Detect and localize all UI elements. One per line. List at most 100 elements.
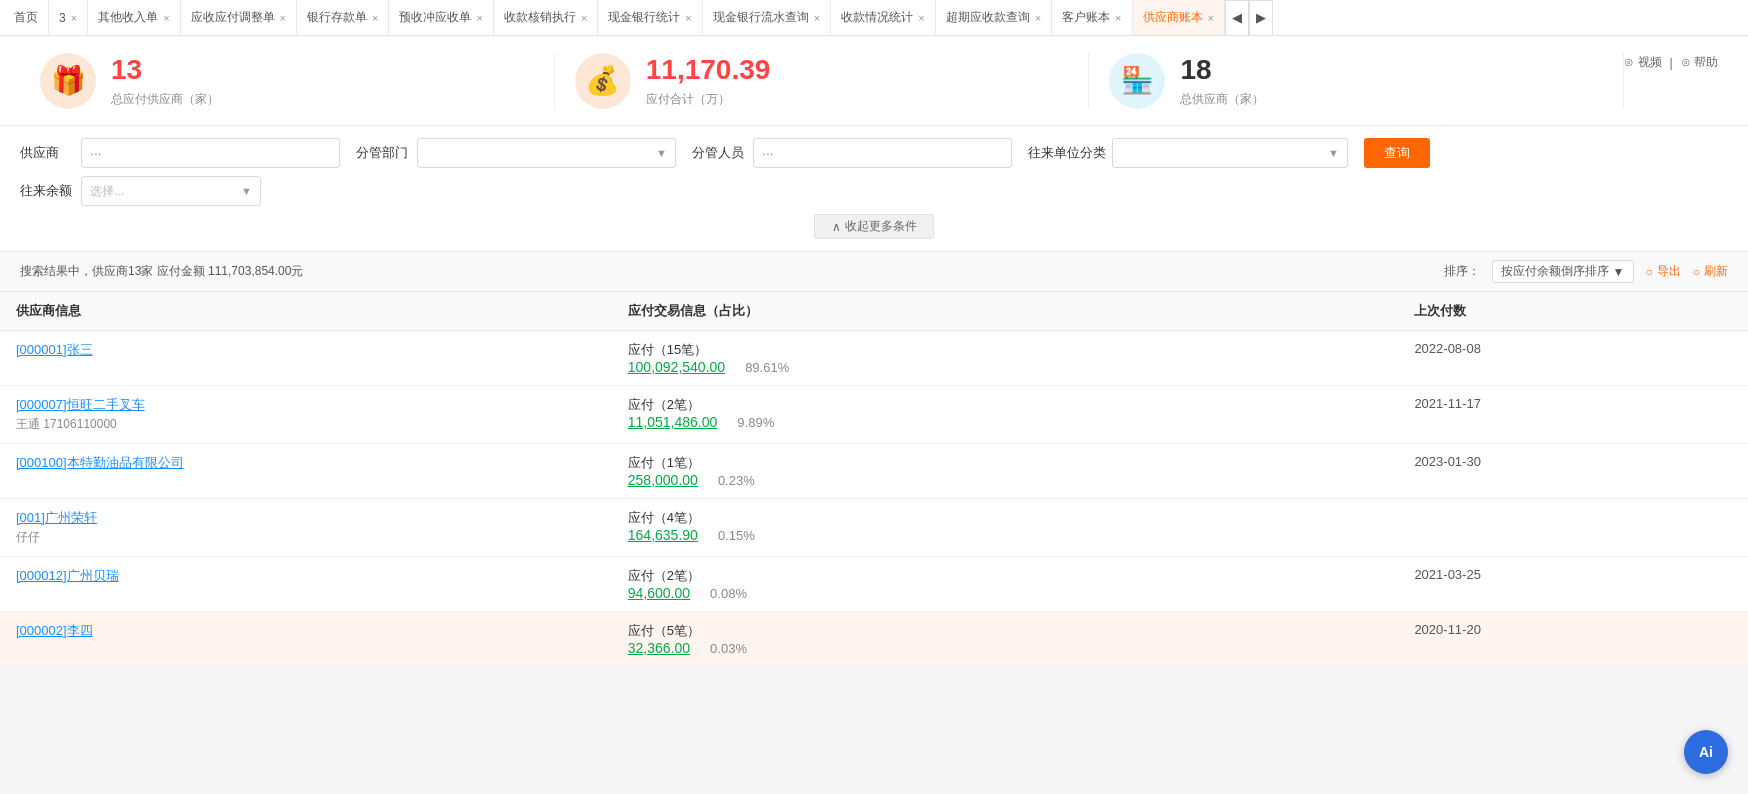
last-pay-cell-3: 2023-01-30 [1398,444,1748,499]
nav-tab-receive-stat[interactable]: 收款情况统计 × [831,0,935,36]
balance-text: 选择... [90,183,124,200]
nav-tab-customer-acct-label: 客户账本 [1062,9,1110,26]
export-button[interactable]: ○ 导出 [1646,263,1681,280]
total-suppliers-number: 18 [1180,53,1603,87]
ap-amount-2[interactable]: 11,051,486.00 [628,414,718,430]
supplier-link-2[interactable]: [000007]恒旺二手叉车 [16,397,145,412]
close-tab-prepay-write[interactable]: × [476,12,482,24]
ap-cell-5: 应付（2笔） 94,600.00 0.08% [612,557,1399,612]
filter-area: 供应商 ··· 分管部门 ▼ 分管人员 ··· 往来单位分类 ▼ 查询 [0,126,1748,252]
dept-label: 分管部门 [356,144,411,162]
filter-dept: 分管部门 ▼ [356,138,676,168]
ap-amount-row-1: 100,092,540.00 89.61% [628,359,1383,375]
close-tab-cash-bank-flow[interactable]: × [814,12,820,24]
dept-select[interactable]: ▼ [417,138,676,168]
result-bar: 搜索结果中，供应商13家 应付金额 111,703,854.00元 排序： 按应… [0,252,1748,292]
close-tab-receive-verify[interactable]: × [581,12,587,24]
nav-tab-home-label: 首页 [14,9,38,26]
ap-percent-2: 9.89% [737,415,774,430]
supplier-select[interactable]: ··· [81,138,340,168]
ap-amount-3[interactable]: 258,000.00 [628,472,698,488]
filter-supplier: 供应商 ··· [20,138,340,168]
collapse-button[interactable]: ∧ 收起更多条件 [814,214,934,239]
last-pay-date-1: 2022-08-08 [1414,341,1481,356]
supplier-cell-5: [000012]广州贝瑞 [0,557,612,612]
nav-tab-3[interactable]: 3 × [49,0,88,36]
supplier-link-1[interactable]: [000001]张三 [16,342,93,357]
search-button[interactable]: 查询 [1364,138,1430,168]
ap-percent-3: 0.23% [718,473,755,488]
supplier-sub-4: 仔仔 [16,529,596,546]
close-tab-cash-bank-stat[interactable]: × [685,12,691,24]
close-tab-customer-acct[interactable]: × [1115,12,1121,24]
supplier-link-6[interactable]: [000002]李四 [16,623,93,638]
dept-chevron-icon: ▼ [656,147,667,159]
close-tab-3[interactable]: × [71,12,77,24]
close-tab-bank-deposit[interactable]: × [372,12,378,24]
balance-chevron-icon: ▼ [241,185,252,197]
last-pay-cell-1: 2022-08-08 [1398,331,1748,386]
close-tab-supplier-acct[interactable]: × [1208,12,1214,24]
nav-tab-receive-stat-label: 收款情况统计 [841,9,913,26]
collapse-label: 收起更多条件 [845,218,917,235]
table-row: [000001]张三 应付（15笔） 100,092,540.00 89.61%… [0,331,1748,386]
sort-select[interactable]: 按应付余额倒序排序 ▼ [1492,260,1634,283]
nav-tab-other-income[interactable]: 其他收入单 × [88,0,180,36]
close-tab-other-income[interactable]: × [163,12,169,24]
nav-tab-supplier-acct[interactable]: 供应商账本 × [1133,0,1225,36]
nav-tab-cash-bank-stat-label: 现金银行统计 [608,9,680,26]
close-tab-overdue-query[interactable]: × [1035,12,1041,24]
supplier-cell-2: [000007]恒旺二手叉车 王通 17106110000 [0,386,612,444]
supplier-link-5[interactable]: [000012]广州贝瑞 [16,568,119,583]
supplier-cell-6: [000002]李四 [0,612,612,667]
ap-amount-1[interactable]: 100,092,540.00 [628,359,725,375]
supplier-link-3[interactable]: [000100]本特勤油品有限公司 [16,455,184,470]
help-link[interactable]: ⊙ 帮助 [1681,54,1718,71]
nav-tab-prepay-write[interactable]: 预收冲应收单 × [389,0,493,36]
close-tab-ap-adjust[interactable]: × [280,12,286,24]
ap-amount-5[interactable]: 94,600.00 [628,585,690,601]
balance-select[interactable]: 选择... ▼ [81,176,261,206]
video-link[interactable]: ⊙ 视频 [1624,54,1661,71]
category-chevron-icon: ▼ [1328,147,1339,159]
filter-person: 分管人员 ··· [692,138,1012,168]
nav-tab-cash-bank-flow-label: 现金银行流水查询 [713,9,809,26]
person-select[interactable]: ··· [753,138,1012,168]
nav-tab-ap-adjust[interactable]: 应收应付调整单 × [181,0,297,36]
close-tab-receive-stat[interactable]: × [918,12,924,24]
last-pay-cell-2: 2021-11-17 [1398,386,1748,444]
ap-label-1: 应付（15笔） [628,341,1383,359]
total-suppliers-label: 总供应商（家） [1180,91,1603,108]
nav-left-arrow[interactable]: ◀ [1225,0,1249,36]
last-pay-date-3: 2023-01-30 [1414,454,1481,469]
ap-cell-1: 应付（15笔） 100,092,540.00 89.61% [612,331,1399,386]
export-label: 导出 [1657,263,1681,280]
sort-label: 排序： [1444,263,1480,280]
nav-tab-cash-bank-stat[interactable]: 现金银行统计 × [598,0,702,36]
nav-tab-home[interactable]: 首页 [4,0,49,36]
summary-card-payable-total: 💰 11,170.39 应付合计（万） [555,53,1090,109]
nav-tab-cash-bank-flow[interactable]: 现金银行流水查询 × [703,0,831,36]
coins-icon: 💰 [575,53,631,109]
supplier-link-4[interactable]: [001]广州荣轩 [16,510,97,525]
nav-right-arrow[interactable]: ▶ [1249,0,1273,36]
ap-label-5: 应付（2笔） [628,567,1383,585]
category-select[interactable]: ▼ [1112,138,1348,168]
table-row: [000007]恒旺二手叉车 王通 17106110000 应付（2笔） 11,… [0,386,1748,444]
top-right-links: ⊙ 视频 | ⊙ 帮助 [1624,46,1728,71]
nav-tab-bank-deposit[interactable]: 银行存款单 × [297,0,389,36]
filter-row-2: 往来余额 选择... ▼ [20,176,1728,206]
ap-amount-row-6: 32,366.00 0.03% [628,640,1383,656]
ap-amount-4[interactable]: 164,635.90 [628,527,698,543]
nav-tab-receive-verify[interactable]: 收款核销执行 × [494,0,598,36]
ap-amount-6[interactable]: 32,366.00 [628,640,690,656]
nav-tab-customer-acct[interactable]: 客户账本 × [1052,0,1132,36]
supplier-table: 供应商信息 应付交易信息（占比） 上次付数 [000001]张三 应付（15笔）… [0,292,1748,667]
supplier-cell-3: [000100]本特勤油品有限公司 [0,444,612,499]
top-navigation: 首页 3 × 其他收入单 × 应收应付调整单 × 银行存款单 × 预收冲应收单 … [0,0,1748,36]
nav-tab-ap-adjust-label: 应收应付调整单 [191,9,275,26]
refresh-button[interactable]: ○ 刷新 [1693,263,1728,280]
payable-suppliers-info: 13 总应付供应商（家） [111,53,534,108]
payable-total-label: 应付合计（万） [646,91,1069,108]
nav-tab-overdue-query[interactable]: 超期应收款查询 × [936,0,1052,36]
